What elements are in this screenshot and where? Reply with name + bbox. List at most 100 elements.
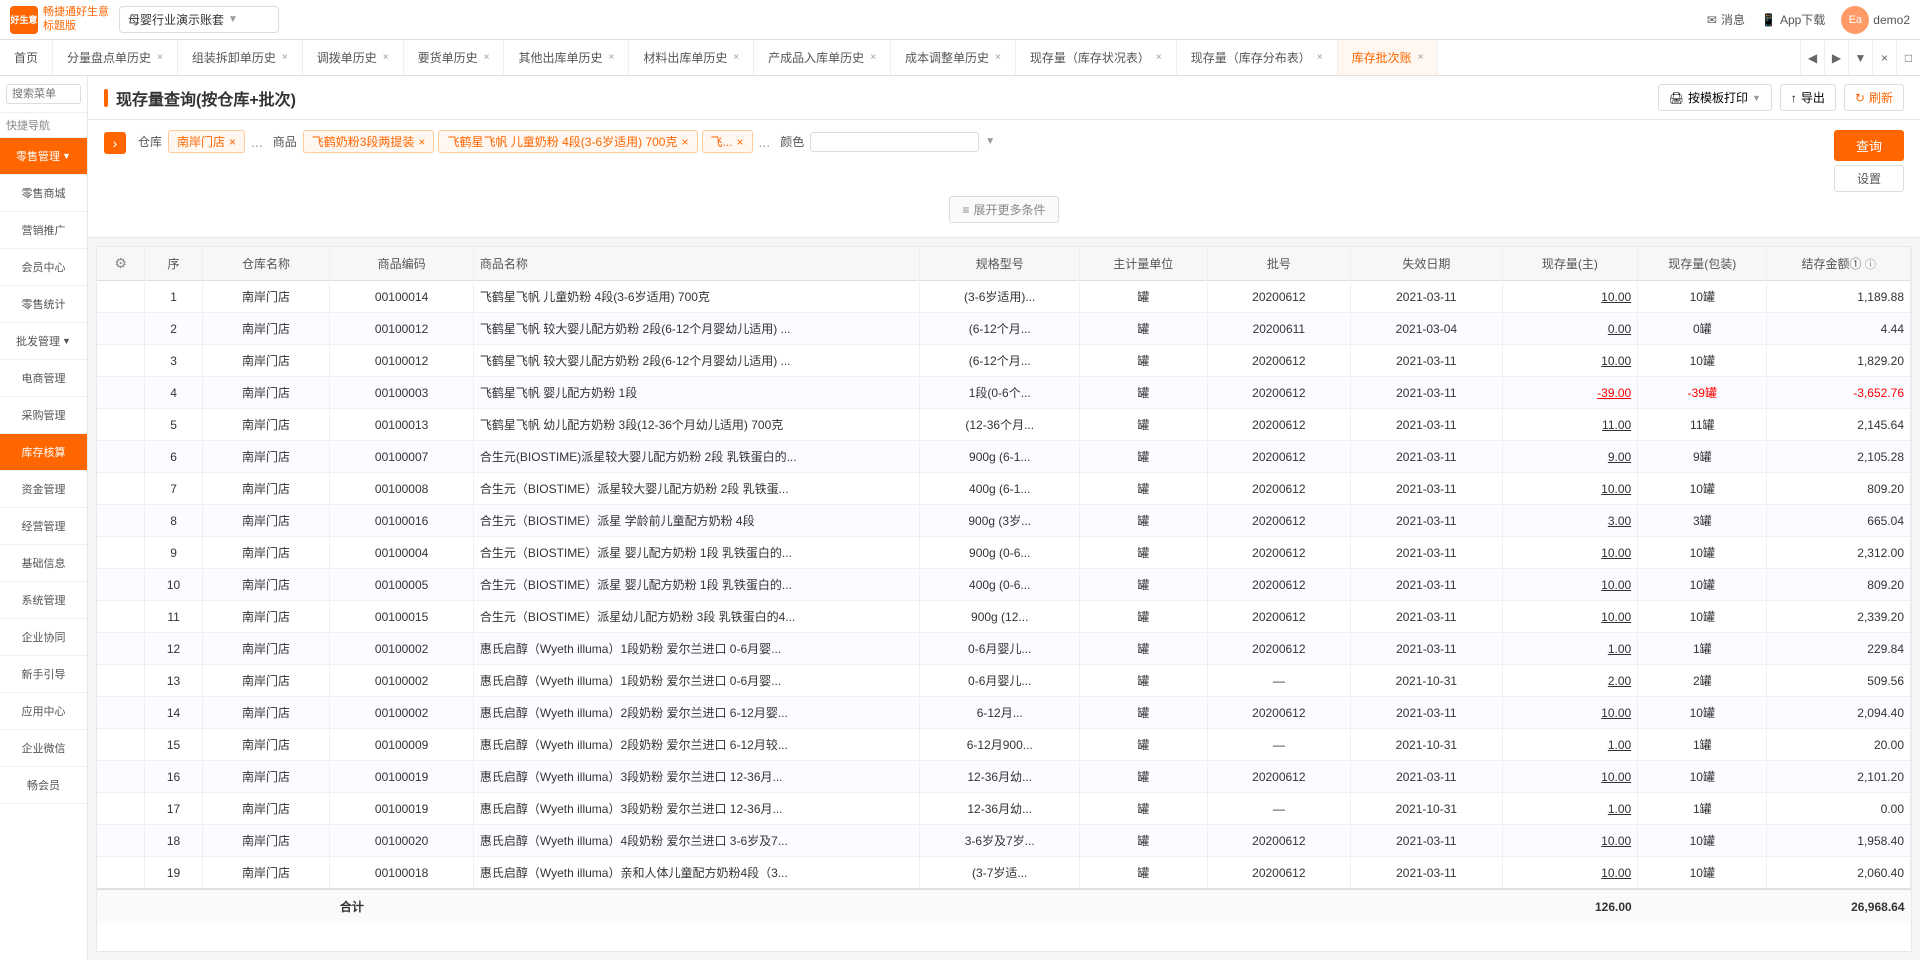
row-stock-main[interactable]: 10.00 (1502, 761, 1638, 793)
goods-tag-close-2[interactable]: × (681, 135, 688, 149)
print-btn[interactable]: 🖨 按模板打印 ▼ (1658, 84, 1772, 111)
sidebar-item-enterprise[interactable]: 企业协同 (0, 619, 87, 656)
filter-more-btn[interactable]: ... (251, 134, 263, 150)
row-stock-main[interactable]: 10.00 (1502, 601, 1638, 633)
sidebar-item-ecommerce[interactable]: 电商管理 (0, 360, 87, 397)
row-name: 飞鹤星飞帆 幼儿配方奶粉 3段(12-36个月幼儿适用) 700克 (473, 409, 920, 441)
sidebar-item-wechat[interactable]: 企业微信 (0, 730, 87, 767)
nav-left-btn[interactable]: ◀ (1800, 40, 1824, 76)
nav-close-btn[interactable]: × (1872, 40, 1896, 76)
sidebar-item-retail[interactable]: 零售管理 ▼ (0, 138, 87, 175)
expand-conditions-btn[interactable]: ≡ 展开更多条件 (949, 196, 1058, 223)
row-stock-main[interactable]: 1.00 (1502, 729, 1638, 761)
row-spec: 900g (0-6... (920, 537, 1079, 569)
th-settings[interactable]: ⚙ (97, 247, 145, 281)
tab-chengben[interactable]: 成本调整单历史 × (891, 40, 1016, 75)
sidebar-item-marketing[interactable]: 营销推广 (0, 212, 87, 249)
sidebar-item-operation[interactable]: 经营管理 (0, 508, 87, 545)
row-stock-main[interactable]: 10.00 (1502, 537, 1638, 569)
row-stock-main[interactable]: 2.00 (1502, 665, 1638, 697)
tab-kucun-pici[interactable]: 库存批次账 × (1338, 40, 1439, 75)
setting-btn[interactable]: 设置 (1834, 165, 1904, 192)
close-icon[interactable]: × (282, 52, 288, 63)
row-stock-main[interactable]: 10.00 (1502, 473, 1638, 505)
tab-home[interactable]: 首页 (0, 40, 53, 75)
row-stock-main[interactable]: 0.00 (1502, 313, 1638, 345)
sidebar-item-purchase[interactable]: 采购管理 (0, 397, 87, 434)
row-stock-main[interactable]: 10.00 (1502, 825, 1638, 857)
query-btn[interactable]: 查询 (1834, 130, 1904, 161)
close-icon[interactable]: × (608, 52, 614, 63)
warehouse-filter-tag[interactable]: 南岸门店 × (168, 130, 245, 153)
row-stock-main[interactable]: 9.00 (1502, 441, 1638, 473)
goods-tag-2[interactable]: 飞鹤星飞帆 儿童奶粉 4段(3-6岁适用) 700克 × (438, 130, 697, 153)
table-row: 1 南岸门店 00100014 飞鹤星飞帆 儿童奶粉 4段(3-6岁适用) 70… (97, 281, 1911, 313)
export-btn[interactable]: ↑ 导出 (1780, 84, 1836, 111)
filter-expand-toggle[interactable]: › (104, 132, 126, 154)
close-icon[interactable]: × (1156, 52, 1162, 63)
row-stock-main[interactable]: 10.00 (1502, 345, 1638, 377)
goods-tag-1[interactable]: 飞鹤奶粉3段两提装 × (303, 130, 435, 153)
goods-filter-more[interactable]: ... (759, 134, 771, 150)
nav-right-btn[interactable]: ▶ (1824, 40, 1848, 76)
tab-qita[interactable]: 其他出库单历史 × (504, 40, 629, 75)
row-stock-pkg: -39罐 (1638, 377, 1767, 409)
tab-xiancun-fen[interactable]: 现存量（库存分布表） × (1177, 40, 1338, 75)
nav-more-btn[interactable]: ▼ (1848, 40, 1872, 76)
goods-tag-more[interactable]: 飞... × (702, 130, 753, 153)
row-stock-main[interactable]: 10.00 (1502, 569, 1638, 601)
info-icon[interactable]: ⓘ (1865, 259, 1876, 271)
tab-yaohuo[interactable]: 要货单历史 × (404, 40, 505, 75)
settings-icon[interactable]: ⚙ (114, 255, 127, 271)
tab-xiancun-zhuang[interactable]: 现存量（库存状况表） × (1016, 40, 1177, 75)
close-icon[interactable]: × (157, 52, 163, 63)
row-stock-main[interactable]: 10.00 (1502, 857, 1638, 890)
message-btn[interactable]: ✉ 消息 (1707, 11, 1745, 28)
row-stock-main[interactable]: 10.00 (1502, 281, 1638, 313)
row-stock-main[interactable]: 11.00 (1502, 409, 1638, 441)
sidebar-item-guide[interactable]: 新手引导 (0, 656, 87, 693)
sidebar-item-app-center[interactable]: 应用中心 (0, 693, 87, 730)
tab-diaopo[interactable]: 调拨单历史 × (303, 40, 404, 75)
color-input[interactable] (810, 132, 979, 152)
tab-fenliang[interactable]: 分量盘点单历史 × (53, 40, 178, 75)
close-icon[interactable]: × (870, 52, 876, 63)
row-spec: 900g (6-1... (920, 441, 1079, 473)
app-download-btn[interactable]: 📱 App下载 (1761, 11, 1825, 28)
color-dropdown-icon[interactable]: ▼ (985, 136, 995, 147)
sidebar-item-wholesale[interactable]: 批发管理 ▼ (0, 323, 87, 360)
close-icon[interactable]: × (383, 52, 389, 63)
goods-tag-close-1[interactable]: × (418, 135, 425, 149)
nav-maximize-btn[interactable]: □ (1896, 40, 1920, 76)
tab-zuzhuang[interactable]: 组装拆卸单历史 × (178, 40, 303, 75)
close-icon[interactable]: × (484, 52, 490, 63)
sidebar-item-inventory[interactable]: 库存核算 (0, 434, 87, 471)
row-stock-main[interactable]: 3.00 (1502, 505, 1638, 537)
search-input[interactable] (6, 84, 81, 104)
refresh-btn[interactable]: ↻ 刷新 (1844, 84, 1904, 111)
sidebar-item-member[interactable]: 会员中心 (0, 249, 87, 286)
goods-tag-more-close[interactable]: × (737, 135, 744, 149)
sidebar-item-vip[interactable]: 畅会员 (0, 767, 87, 804)
table-row: 3 南岸门店 00100012 飞鹤星飞帆 较大婴儿配方奶粉 2段(6-12个月… (97, 345, 1911, 377)
row-stock-main[interactable]: 1.00 (1502, 793, 1638, 825)
close-icon[interactable]: × (995, 52, 1001, 63)
close-icon[interactable]: × (1418, 52, 1424, 63)
close-icon[interactable]: × (1317, 52, 1323, 63)
close-icon[interactable]: × (733, 52, 739, 63)
logo-icon: 好生意 (10, 6, 38, 34)
tab-chancheng[interactable]: 产成品入库单历史 × (754, 40, 891, 75)
company-selector[interactable]: 母婴行业演示账套 ▼ (119, 6, 279, 33)
user-profile[interactable]: Ea demo2 (1841, 6, 1910, 34)
row-stock-main[interactable]: 1.00 (1502, 633, 1638, 665)
row-stock-main[interactable]: 10.00 (1502, 697, 1638, 729)
warehouse-tag-close[interactable]: × (229, 135, 236, 149)
sidebar-item-retail-store[interactable]: 零售商城 (0, 175, 87, 212)
row-stock-main[interactable]: -39.00 (1502, 377, 1638, 409)
sidebar-item-system[interactable]: 系统管理 (0, 582, 87, 619)
row-no: 4 (145, 377, 202, 409)
tab-cailiao[interactable]: 材料出库单历史 × (629, 40, 754, 75)
sidebar-item-retail-stat[interactable]: 零售统计 (0, 286, 87, 323)
sidebar-item-basic[interactable]: 基础信息 (0, 545, 87, 582)
sidebar-item-finance[interactable]: 资金管理 (0, 471, 87, 508)
